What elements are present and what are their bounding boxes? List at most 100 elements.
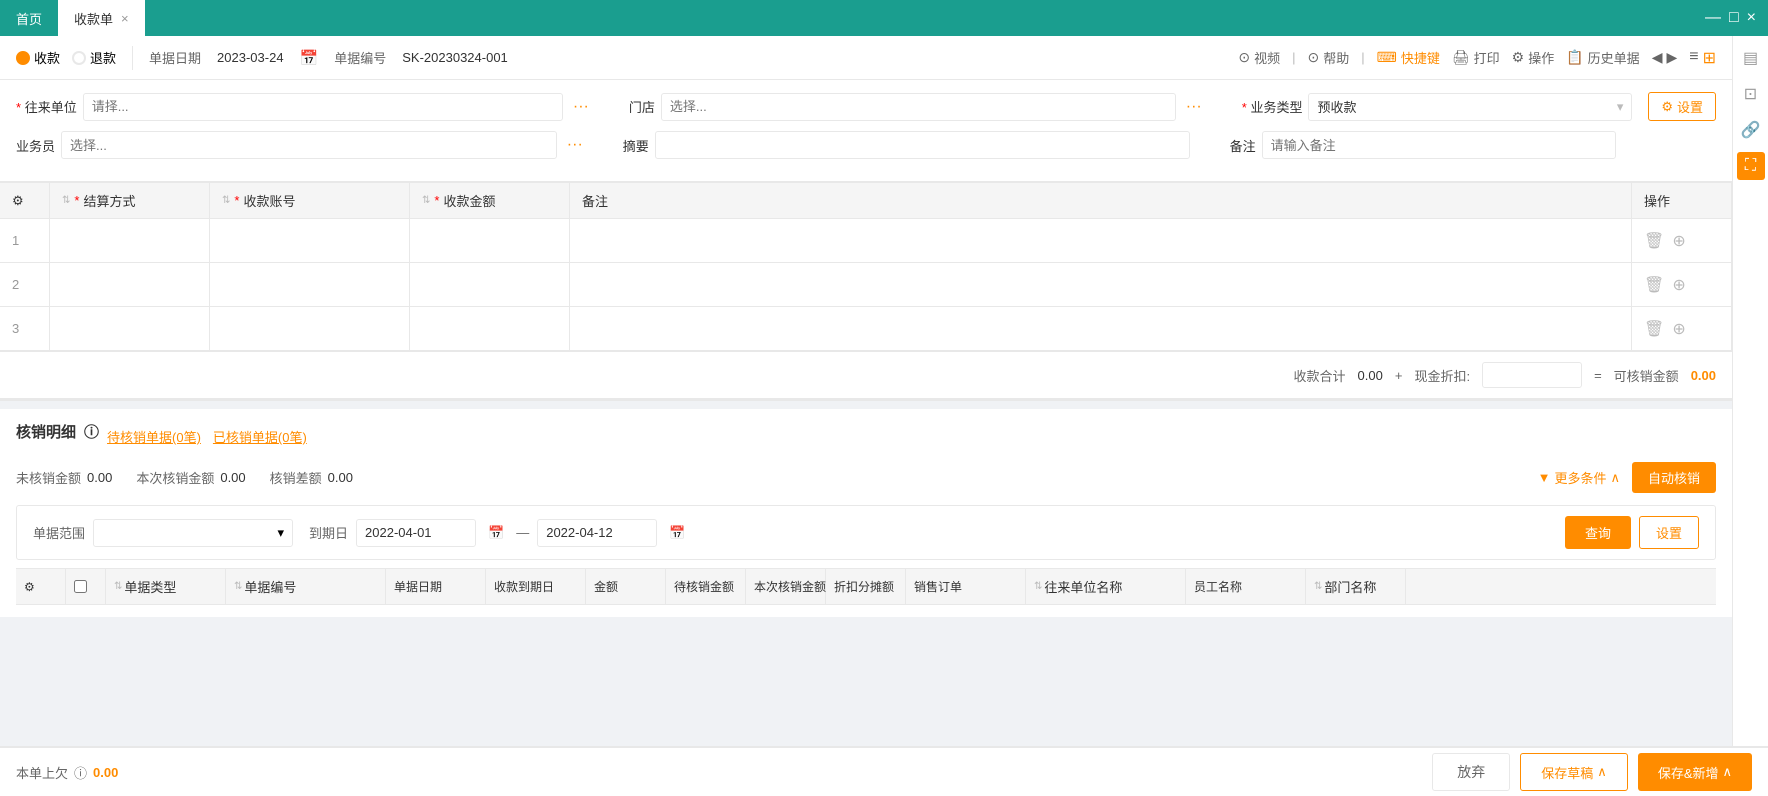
more-conditions-btn[interactable]: ▼ 更多条件 ∧ bbox=[1538, 468, 1620, 487]
operation-btn[interactable]: ⚙ 操作 bbox=[1512, 48, 1555, 67]
summary-input[interactable] bbox=[655, 131, 1190, 159]
td-account-no-2[interactable] bbox=[210, 263, 410, 306]
date-to-input[interactable] bbox=[537, 519, 657, 547]
operation-icon: ⚙ bbox=[1512, 49, 1525, 66]
shortcut-btn[interactable]: ⌨ 快捷键 bbox=[1377, 48, 1440, 67]
td-payment-method-2[interactable] bbox=[50, 263, 210, 306]
shop-more-icon[interactable]: ··· bbox=[1186, 98, 1202, 116]
due-date-field: 到期日 📅 — 📅 bbox=[309, 519, 685, 547]
draft-chevron-icon: ∧ bbox=[1597, 764, 1607, 780]
abandon-button[interactable]: 放弃 bbox=[1432, 753, 1510, 791]
copy-icon-2[interactable]: ⊕ bbox=[1672, 275, 1685, 295]
setting-button[interactable]: 设置 bbox=[1639, 516, 1699, 549]
sidebar-copy-icon[interactable]: ⊡ bbox=[1737, 80, 1765, 108]
delete-icon-3[interactable]: 🗑 bbox=[1644, 319, 1664, 339]
td-account-no-3[interactable] bbox=[210, 307, 410, 350]
discount-input[interactable] bbox=[1482, 362, 1582, 388]
calendar-from-icon[interactable]: 📅 bbox=[488, 525, 504, 541]
help-btn[interactable]: ⊙ 帮助 bbox=[1307, 48, 1349, 67]
remark-input[interactable] bbox=[1262, 131, 1616, 159]
save-new-button[interactable]: 保存&新增 ∧ bbox=[1638, 753, 1752, 791]
bth-bill-date: 单据日期 bbox=[386, 569, 486, 604]
delete-icon-2[interactable]: 🗑 bbox=[1644, 275, 1664, 295]
history-btn[interactable]: 📋 历史单据 bbox=[1566, 48, 1639, 67]
biz-type-label: * 业务类型 bbox=[1242, 97, 1303, 116]
footer-value: 0.00 bbox=[93, 765, 118, 780]
bth-bill-type: ⇅ 单据类型 bbox=[106, 569, 226, 604]
td-row-num-2: 2 bbox=[0, 263, 50, 306]
bth-counterpart: ⇅ 往来单位名称 bbox=[1026, 569, 1186, 604]
bottom-table-header: ⚙ ⇅ 单据类型 ⇅ 单据编号 单据日期 收款到期日 金额 待核销金额 本次核销… bbox=[16, 568, 1716, 605]
summary-row: 收款合计 0.00 + 现金折扣: = 可核销金额 0.00 bbox=[0, 351, 1732, 401]
date-from-input[interactable] bbox=[356, 519, 476, 547]
pending-tab-link[interactable]: 待核销单据(0笔) bbox=[107, 427, 201, 446]
sort-icon-4: ⇅ bbox=[1314, 581, 1322, 592]
calendar-icon[interactable]: 📅 bbox=[300, 49, 319, 67]
print-icon: 🖨 bbox=[1452, 49, 1470, 66]
stats-row: 未核销金额 0.00 本次核销金额 0.00 核销差额 0.00 ▼ 更多条件 … bbox=[16, 462, 1716, 493]
scope-select[interactable]: ▾ bbox=[93, 519, 293, 547]
counterpart-more-icon[interactable]: ··· bbox=[573, 98, 589, 116]
salesman-input[interactable] bbox=[61, 131, 557, 159]
counterpart-input[interactable] bbox=[83, 93, 563, 121]
toolbar-right: ⊙ 视频 | ⊙ 帮助 | ⌨ 快捷键 🖨 打印 ⚙ 操作 📋 bbox=[1238, 48, 1716, 68]
td-remark-1[interactable] bbox=[570, 219, 1632, 262]
td-amount-3[interactable] bbox=[410, 307, 570, 350]
calendar-to-icon[interactable]: 📅 bbox=[669, 525, 685, 541]
tab-close-icon[interactable]: × bbox=[121, 11, 129, 26]
sidebar-table-icon[interactable]: ▤ bbox=[1737, 44, 1765, 72]
video-btn[interactable]: ⊙ 视频 bbox=[1238, 48, 1280, 67]
nav-arrows: ◀ ▶ bbox=[1652, 49, 1678, 66]
salesman-field: 业务员 ··· bbox=[16, 131, 583, 159]
bth-checkbox[interactable] bbox=[66, 569, 106, 604]
prev-arrow[interactable]: ◀ bbox=[1652, 49, 1663, 66]
radio-refund-dot bbox=[72, 51, 86, 65]
settings-icon: ⚙ bbox=[12, 193, 24, 209]
sidebar-camera-icon[interactable]: ⛶ bbox=[1737, 152, 1765, 180]
save-new-chevron-icon: ∧ bbox=[1722, 764, 1732, 780]
th-operation: 操作 bbox=[1632, 183, 1732, 218]
tab-current[interactable]: 收款单 × bbox=[58, 0, 145, 36]
shop-input[interactable] bbox=[661, 93, 1176, 121]
auto-verification-btn[interactable]: 自动核销 bbox=[1632, 462, 1716, 493]
main-content: 收款 退款 单据日期 2023-03-24 📅 单据编号 SK-20230324… bbox=[0, 36, 1732, 746]
th-settings[interactable]: ⚙ bbox=[0, 183, 50, 218]
td-remark-3[interactable] bbox=[570, 307, 1632, 350]
select-all-checkbox[interactable] bbox=[74, 580, 87, 593]
minimize-icon[interactable]: — bbox=[1705, 9, 1721, 27]
td-amount-2[interactable] bbox=[410, 263, 570, 306]
copy-icon-1[interactable]: ⊕ bbox=[1672, 231, 1685, 251]
close-icon[interactable]: × bbox=[1747, 9, 1756, 27]
view-icons: ≡ ⊞ bbox=[1689, 48, 1716, 68]
print-btn[interactable]: 🖨 打印 bbox=[1452, 48, 1500, 67]
copy-icon-3[interactable]: ⊕ bbox=[1672, 319, 1685, 339]
sidebar-link-icon[interactable]: 🔗 bbox=[1737, 116, 1765, 144]
maximize-icon[interactable]: □ bbox=[1729, 9, 1739, 27]
bth-settings[interactable]: ⚙ bbox=[16, 569, 66, 604]
draft-button[interactable]: 保存草稿 ∧ bbox=[1520, 753, 1628, 791]
list-view-icon[interactable]: ≡ bbox=[1689, 48, 1698, 68]
due-date-label: 到期日 bbox=[309, 523, 348, 542]
td-amount-1[interactable] bbox=[410, 219, 570, 262]
query-button[interactable]: 查询 bbox=[1565, 516, 1631, 549]
td-remark-2[interactable] bbox=[570, 263, 1632, 306]
td-payment-method-1[interactable] bbox=[50, 219, 210, 262]
next-arrow[interactable]: ▶ bbox=[1666, 49, 1677, 66]
done-tab-link[interactable]: 已核销单据(0笔) bbox=[213, 427, 307, 446]
unchecked-value: 0.00 bbox=[87, 470, 112, 485]
biz-type-select[interactable]: 预收款 ▾ bbox=[1308, 93, 1632, 121]
remark-label: 备注 bbox=[1230, 136, 1256, 155]
table-row: 1 🗑 ⊕ bbox=[0, 219, 1732, 263]
delete-icon-1[interactable]: 🗑 bbox=[1644, 231, 1664, 251]
current-value: 0.00 bbox=[220, 470, 245, 485]
radio-refund[interactable]: 退款 bbox=[72, 48, 116, 67]
salesman-more-icon[interactable]: ··· bbox=[567, 136, 583, 154]
radio-payment[interactable]: 收款 bbox=[16, 48, 60, 67]
summary-label: 摘要 bbox=[623, 136, 649, 155]
td-account-no-1[interactable] bbox=[210, 219, 410, 262]
td-payment-method-3[interactable] bbox=[50, 307, 210, 350]
settings-button[interactable]: ⚙ 设置 bbox=[1648, 92, 1716, 121]
grid-view-icon[interactable]: ⊞ bbox=[1703, 48, 1716, 68]
salesman-label: 业务员 bbox=[16, 136, 55, 155]
tab-home[interactable]: 首页 bbox=[0, 0, 58, 36]
